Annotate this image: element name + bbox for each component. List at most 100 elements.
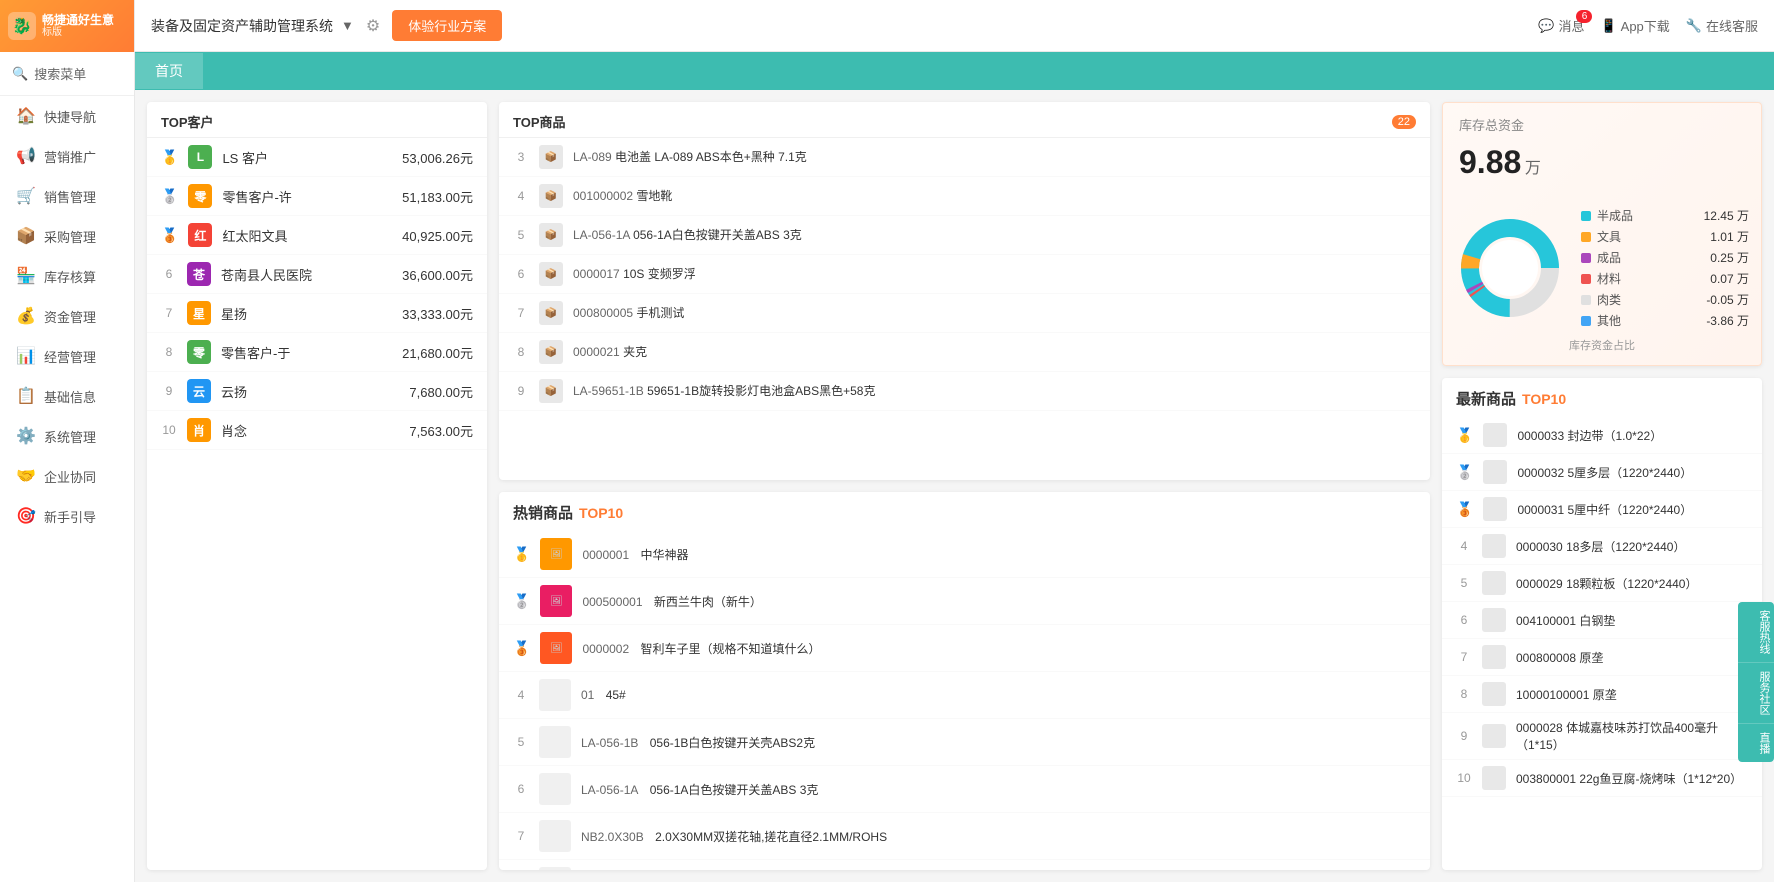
sidebar-item-base-info[interactable]: 📋基础信息 [0,376,134,416]
hot-product-item: 8 0000011 12070519-xs [499,860,1430,870]
latest-product-image [1483,460,1507,484]
top-product-item: 8 📦 0000021 夹克 [499,333,1430,372]
hot-products-title-section: 热销商品 TOP10 [499,492,1430,531]
sidebar-item-sales[interactable]: 🛒销售管理 [0,176,134,216]
rank-num: 5 [513,228,529,242]
float-bar-item-service-hotline[interactable]: 客服热线 [1738,602,1774,663]
inventory-big-num: 9.88 [1459,144,1521,180]
sidebar-item-operations[interactable]: 📊经营管理 [0,336,134,376]
latest-product-code: 0000031 [1517,503,1564,517]
rank-medal: 🥈 [161,188,178,205]
latest-products-title: 最新商品 [1456,388,1516,409]
hot-product-name: 2.0X30MM双搓花轴,搓花直径2.1MM/ROHS [655,830,887,844]
sidebar-search[interactable]: 🔍 搜索菜单 [0,52,134,96]
customer-avatar: 红 [188,223,212,247]
latest-rank-num: 7 [1456,650,1472,664]
sidebar-item-quick-nav[interactable]: 🏠快捷导航 [0,96,134,136]
tab-home[interactable]: 首页 [135,53,203,89]
legend-item: 文具 1.01 万 [1581,226,1749,247]
nav-label-finance: 资金管理 [44,307,96,326]
customer-avatar: 星 [187,301,211,325]
latest-rank-medal: 🥈 [1456,464,1473,481]
latest-product-item: 🥉 0000031 5厘中纤（1220*2440） [1442,491,1762,528]
product-name: 59651-1B旋转投影灯电池盒ABS黑色+58克 [647,384,875,398]
topbar-dropdown-button[interactable]: ▼ [341,18,354,33]
hot-product-item: 7 NB2.0X30B 2.0X30MM双搓花轴,搓花直径2.1MM/ROHS [499,813,1430,860]
message-icon: 💬 [1538,18,1554,34]
hot-product-image: 🖼 [540,585,572,617]
hot-product-item: 4 01 45# [499,672,1430,719]
product-image: 📦 [539,301,563,325]
product-name: 夹克 [623,345,647,359]
sidebar-item-guide[interactable]: 🎯新手引导 [0,496,134,536]
latest-product-name: 原垄 [1593,688,1617,702]
legend-name: 肉类 [1597,291,1700,308]
customer-avatar: 云 [187,379,211,403]
product-info: 0000021 夹克 [573,344,1416,361]
nav-label-system: 系统管理 [44,427,96,446]
latest-product-code: 10000100001 [1516,688,1589,702]
hot-product-code: 000500001 [582,595,642,609]
topbar-settings-button[interactable]: ⚙ [366,16,380,36]
sidebar-item-finance[interactable]: 💰 资金管理 [0,296,134,336]
right-column: 库存总资金 9.88 万 [1442,102,1762,870]
legend-item: 其他 -3.86 万 [1581,310,1749,331]
hot-product-name: 056-1B白色按键开关壳ABS2克 [650,736,815,750]
topbar-trial-button[interactable]: 体验行业方案 [392,10,502,41]
legend-value: 0.07 万 [1710,270,1749,287]
legend-list: 半成品 12.45 万 文具 1.01 万 成品 0.25 万 材料 0.07 … [1581,205,1749,331]
inventory-unit: 万 [1525,160,1541,177]
customer-item: 🥉 红 红太阳文具 40,925.00元 [147,216,487,255]
legend-dot [1581,316,1591,326]
search-menu-button[interactable]: 🔍 搜索菜单 [8,60,126,87]
hot-product-image [539,820,571,852]
latest-product-info: 0000032 5厘多层（1220*2440） [1517,464,1748,481]
sidebar-item-inventory[interactable]: 🏪库存核算 [0,256,134,296]
sidebar-item-system[interactable]: ⚙️ 系统管理 [0,416,134,456]
top-products-title: TOP商品 [513,112,566,131]
rank-num: 7 [161,306,177,320]
latest-product-info: 0000033 封边带（1.0*22） [1517,427,1748,444]
sidebar-item-enterprise[interactable]: 🤝企业协同 [0,456,134,496]
nav-icon-system: ⚙️ [16,426,36,446]
latest-product-item: 5 0000029 18颗粒板（1220*2440） [1442,565,1762,602]
rank-medal: 🥉 [161,227,178,244]
online-service-button[interactable]: 🔧 在线客服 [1686,16,1758,35]
hot-product-name: 新西兰牛肉（新牛） [654,595,762,609]
sidebar-item-purchase[interactable]: 📦采购管理 [0,216,134,256]
latest-products-title-section: 最新商品 TOP10 [1442,378,1762,417]
service-icon: 🔧 [1686,18,1702,34]
latest-product-code: 0000029 [1516,577,1563,591]
float-bar-item-direct[interactable]: 直播 [1738,724,1774,762]
rank-medal: 🥇 [161,149,178,166]
sidebar-item-marketing[interactable]: 📢营销推广 [0,136,134,176]
product-name: 056-1A白色按键开关盖ABS 3克 [633,228,802,242]
legend-item: 材料 0.07 万 [1581,268,1749,289]
product-name: 雪地靴 [636,189,672,203]
search-icon: 🔍 [12,66,28,82]
nav-label-purchase: 采购管理 [44,227,96,246]
latest-product-info: 0000031 5厘中纤（1220*2440） [1517,501,1748,518]
latest-product-info: 0000029 18颗粒板（1220*2440） [1516,575,1748,592]
nav-icon-finance: 💰 [16,306,36,326]
customer-amount: 40,925.00元 [402,226,473,245]
rank-num: 10 [161,423,177,437]
legend-dot [1581,211,1591,221]
latest-product-code: 000800008 [1516,651,1576,665]
customer-name: LS 客户 [222,148,392,167]
hot-product-image [539,679,571,711]
hot-product-name: 智利车子里（规格不知道填什么） [641,642,821,656]
chart-subtitle: 库存资金占比 [1455,337,1749,353]
product-image: 📦 [539,145,563,169]
nav-label-quick-nav: 快捷导航 [44,107,96,126]
rank-num: 9 [161,384,177,398]
customers-panel: TOP客户 🥇 L LS 客户 53,006.26元 🥈 零 零售客户-许 51… [147,102,487,870]
hot-product-item: 🥇 🖼 0000001 中华神器 [499,531,1430,578]
float-bar-item-service-community[interactable]: 服务社区 [1738,663,1774,724]
nav-icon-enterprise: 🤝 [16,466,36,486]
hot-product-code: NB2.0X30B [581,830,644,844]
customer-name: 零售客户-于 [221,343,392,362]
message-button[interactable]: 💬 消息 6 [1538,16,1584,35]
legend-name: 半成品 [1597,207,1698,224]
app-download-button[interactable]: 📱 App下载 [1600,16,1669,35]
